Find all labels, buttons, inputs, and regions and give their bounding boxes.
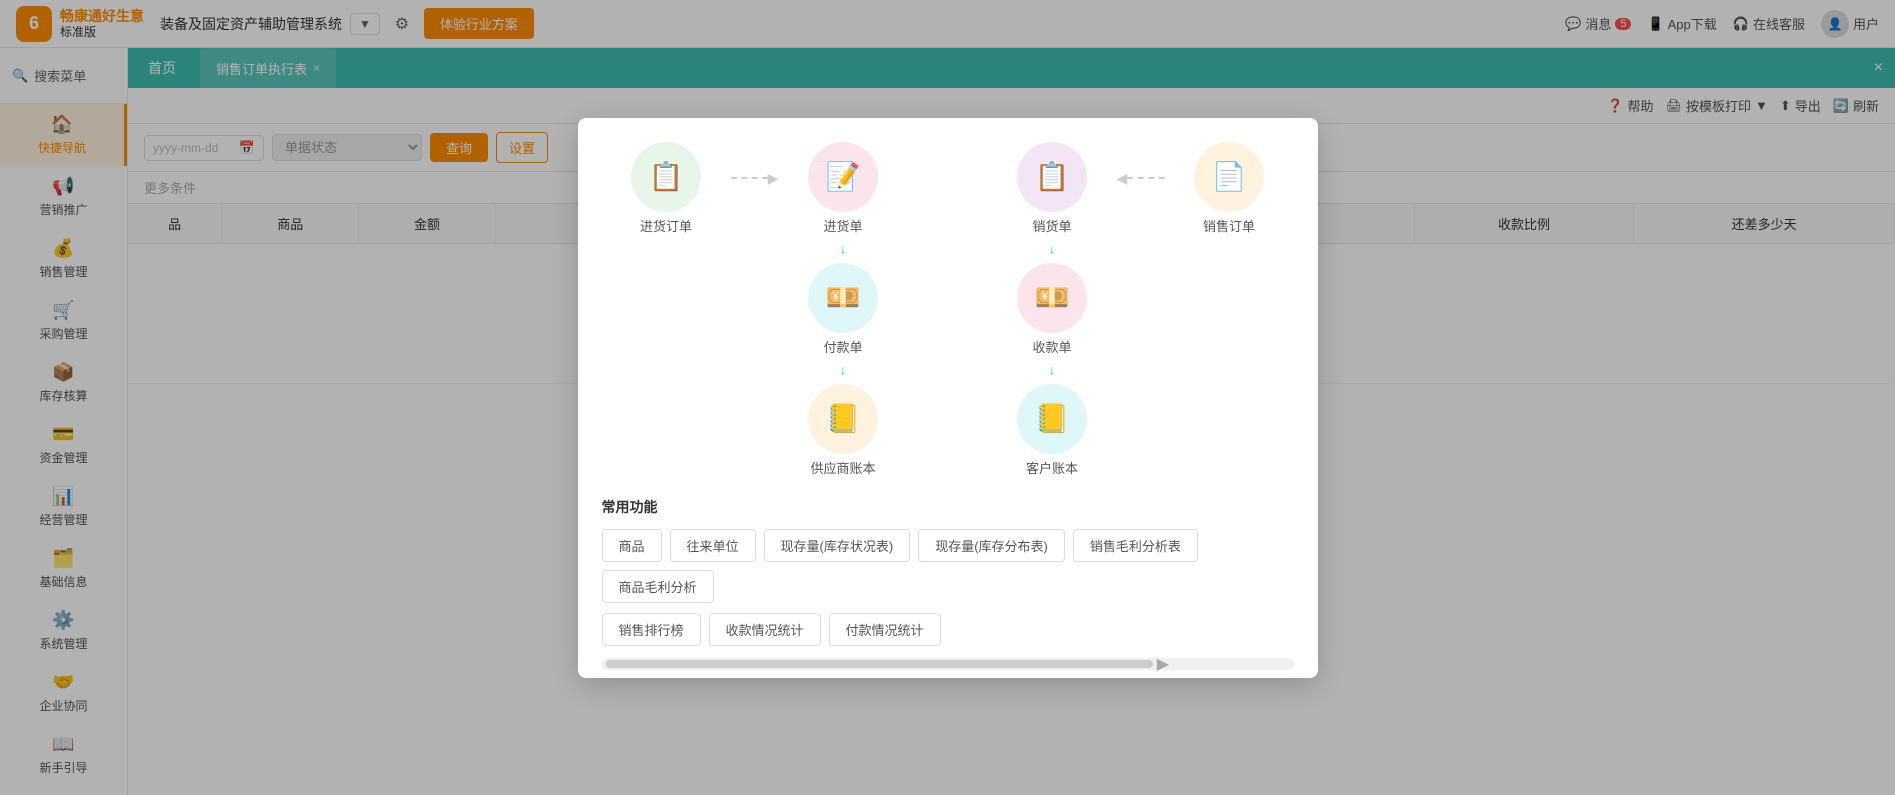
v-arrow-purchase: ↓ <box>779 242 908 256</box>
supplier-account-node: 📒 供应商账本 <box>779 384 908 477</box>
btn-stock-status[interactable]: 现存量(库存状况表) <box>764 529 911 562</box>
arrow-sale: ◀ <box>1117 170 1165 207</box>
flow-dialog: 📋 进货订单 ▶ 📝 进货单 📋 销货单 ◀ <box>578 118 1318 678</box>
scrollbar-thumb <box>606 660 1153 668</box>
purchase-bill-icon: 📝 <box>808 142 878 212</box>
supplier-account-icon: 📒 <box>808 384 878 454</box>
v-arrow-receipt: ↓ <box>988 363 1117 377</box>
purchase-order-icon: 📋 <box>631 142 701 212</box>
sale-bill-node: 📋 销货单 <box>988 142 1117 235</box>
purchase-bill-label: 进货单 <box>823 216 862 235</box>
common-title: 常用功能 <box>602 497 1294 517</box>
arrow-purchase: ▶ <box>731 170 779 207</box>
purchase-bill-node: 📝 进货单 <box>779 142 908 235</box>
customer-account-icon: 📒 <box>1017 384 1087 454</box>
btn-receipt-stats[interactable]: 收款情况统计 <box>709 613 821 646</box>
btn-products[interactable]: 商品 <box>602 529 662 562</box>
purchase-order-node: 📋 进货订单 <box>602 142 731 235</box>
common-functions-section: 常用功能 商品 往来单位 现存量(库存状况表) 现存量(库存分布表) 销售毛利分… <box>602 497 1294 646</box>
customer-account-node: 📒 客户账本 <box>988 384 1117 477</box>
btn-payment-stats[interactable]: 付款情况统计 <box>829 613 941 646</box>
btn-sales-profit[interactable]: 销售毛利分析表 <box>1073 529 1198 562</box>
dialog-overlay[interactable]: 📋 进货订单 ▶ 📝 进货单 📋 销货单 ◀ <box>0 0 1895 795</box>
purchase-order-label: 进货订单 <box>640 216 692 235</box>
v-arrow-payment: ↓ <box>779 363 908 377</box>
sale-bill-icon: 📋 <box>1017 142 1087 212</box>
customer-account-label: 客户账本 <box>1026 458 1078 477</box>
sale-order-icon: 📄 <box>1194 142 1264 212</box>
receipt-label: 收款单 <box>1032 337 1071 356</box>
v-arrow-sale: ↓ <box>988 242 1117 256</box>
receipt-icon: 💴 <box>1017 263 1087 333</box>
payment-node: 💴 付款单 <box>779 263 908 356</box>
btn-stock-dist[interactable]: 现存量(库存分布表) <box>918 529 1065 562</box>
sale-bill-label: 销货单 <box>1032 216 1071 235</box>
receipt-node: 💴 收款单 <box>988 263 1117 356</box>
btn-sales-rank[interactable]: 销售排行榜 <box>602 613 701 646</box>
dialog-scrollbar[interactable]: ▶ <box>602 658 1294 670</box>
btn-product-profit[interactable]: 商品毛利分析 <box>602 570 714 603</box>
common-buttons-row2: 销售排行榜 收款情况统计 付款情况统计 <box>602 613 1294 646</box>
payment-icon: 💴 <box>808 263 878 333</box>
sale-order-label: 销售订单 <box>1203 216 1255 235</box>
common-buttons-row1: 商品 往来单位 现存量(库存状况表) 现存量(库存分布表) 销售毛利分析表 商品… <box>602 529 1294 603</box>
btn-contacts[interactable]: 往来单位 <box>670 529 756 562</box>
sale-order-node: 📄 销售订单 <box>1165 142 1294 235</box>
scroll-right-arrow[interactable]: ▶ <box>1157 654 1169 674</box>
supplier-account-label: 供应商账本 <box>810 458 875 477</box>
payment-label: 付款单 <box>823 337 862 356</box>
